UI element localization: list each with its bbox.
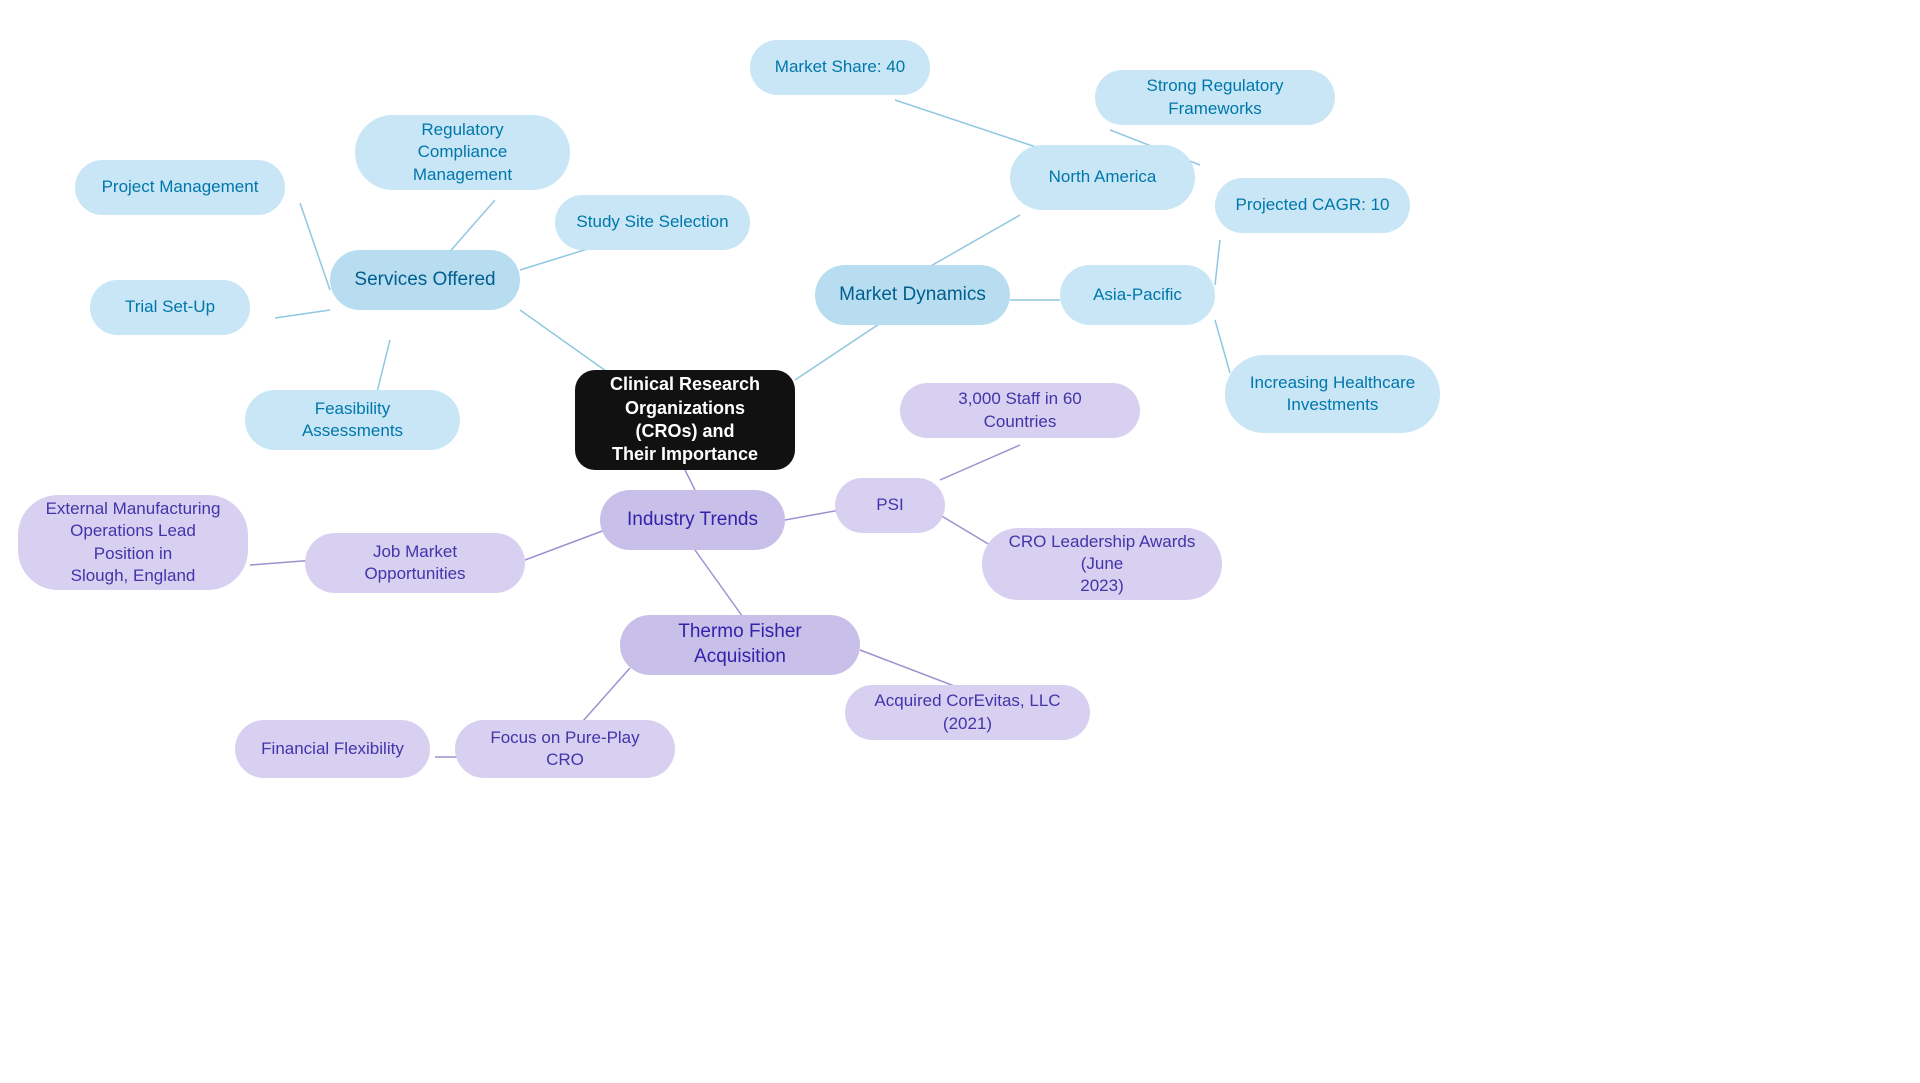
thermo-fisher-node: Thermo Fisher Acquisition (620, 615, 860, 675)
acquired-corevitas-node: Acquired CorEvitas, LLC (2021) (845, 685, 1090, 740)
job-market-label: Job Market Opportunities (325, 541, 505, 585)
cro-leadership-node: CRO Leadership Awards (June 2023) (982, 528, 1222, 600)
projected-cagr-node: Projected CAGR: 10 (1215, 178, 1410, 233)
asia-pacific-node: Asia-Pacific (1060, 265, 1215, 325)
study-site-node: Study Site Selection (555, 195, 750, 250)
trial-setup-label: Trial Set-Up (125, 296, 215, 318)
focus-pure-node: Focus on Pure-Play CRO (455, 720, 675, 778)
feasibility-label: Feasibility Assessments (265, 398, 440, 442)
asia-pacific-label: Asia-Pacific (1093, 284, 1182, 306)
increasing-healthcare-label: Increasing Healthcare Investments (1250, 372, 1415, 416)
cro-leadership-label: CRO Leadership Awards (June 2023) (1002, 531, 1202, 597)
market-share-label: Market Share: 40 (775, 56, 905, 78)
services-offered-label: Services Offered (354, 268, 495, 293)
staff-60-label: 3,000 Staff in 60 Countries (920, 388, 1120, 432)
financial-flex-label: Financial Flexibility (261, 738, 404, 760)
regulatory-node: Regulatory Compliance Management (355, 115, 570, 190)
psi-node: PSI (835, 478, 945, 533)
project-mgmt-node: Project Management (75, 160, 285, 215)
industry-trends-label: Industry Trends (627, 508, 758, 533)
acquired-corevitas-label: Acquired CorEvitas, LLC (2021) (865, 690, 1070, 734)
market-dynamics-node: Market Dynamics (815, 265, 1010, 325)
psi-label: PSI (876, 494, 903, 516)
market-share-node: Market Share: 40 (750, 40, 930, 95)
projected-cagr-label: Projected CAGR: 10 (1235, 194, 1389, 216)
external-mfg-label: External Manufacturing Operations Lead P… (38, 498, 228, 586)
external-mfg-node: External Manufacturing Operations Lead P… (18, 495, 248, 590)
strong-regulatory-node: Strong Regulatory Frameworks (1095, 70, 1335, 125)
job-market-node: Job Market Opportunities (305, 533, 525, 593)
north-america-node: North America (1010, 145, 1195, 210)
increasing-healthcare-node: Increasing Healthcare Investments (1225, 355, 1440, 433)
center-node: Clinical Research Organizations (CROs) a… (575, 370, 795, 470)
industry-trends-node: Industry Trends (600, 490, 785, 550)
center-label: Clinical Research Organizations (CROs) a… (595, 373, 775, 467)
project-mgmt-label: Project Management (102, 176, 259, 198)
market-dynamics-label: Market Dynamics (839, 283, 986, 308)
study-site-label: Study Site Selection (576, 211, 728, 233)
financial-flex-node: Financial Flexibility (235, 720, 430, 778)
thermo-fisher-label: Thermo Fisher Acquisition (640, 620, 840, 669)
north-america-label: North America (1049, 166, 1157, 188)
trial-setup-node: Trial Set-Up (90, 280, 250, 335)
strong-regulatory-label: Strong Regulatory Frameworks (1115, 75, 1315, 119)
regulatory-label: Regulatory Compliance Management (375, 119, 550, 185)
focus-pure-label: Focus on Pure-Play CRO (475, 727, 655, 771)
services-offered-node: Services Offered (330, 250, 520, 310)
feasibility-node: Feasibility Assessments (245, 390, 460, 450)
staff-60-node: 3,000 Staff in 60 Countries (900, 383, 1140, 438)
